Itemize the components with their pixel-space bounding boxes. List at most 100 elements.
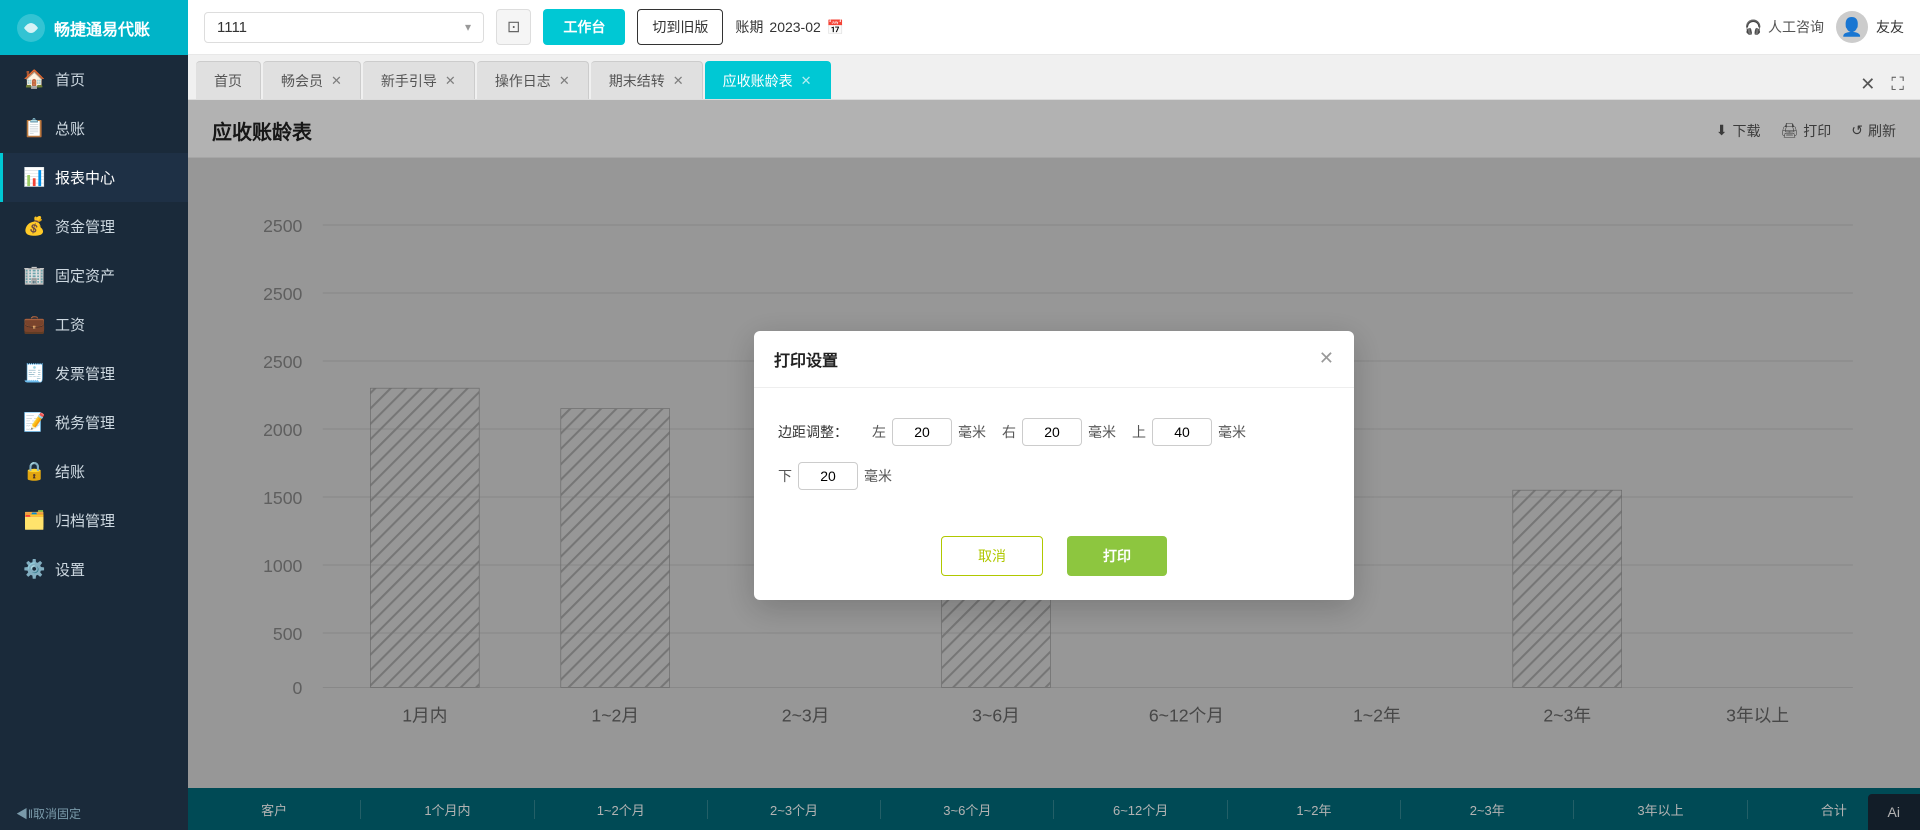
tab-receivable-age[interactable]: 应收账龄表 ✕ <box>705 61 831 99</box>
sidebar: 畅捷通易代账 🏠 首页 📋 总账 📊 报表中心 💰 资金管理 🏢 固定资产 💼 … <box>0 0 188 830</box>
cancel-button[interactable]: 取消 <box>941 536 1043 576</box>
bottom-unit: 毫米 <box>864 466 892 486</box>
company-name: 1111 <box>217 19 457 36</box>
tab-label-guide: 新手引导 <box>381 71 437 91</box>
tab-close-period-end[interactable]: ✕ <box>673 73 684 89</box>
tab-home[interactable]: 首页 <box>196 61 261 99</box>
user-menu[interactable]: 👤 友友 <box>1836 11 1904 43</box>
tab-close-guide[interactable]: ✕ <box>445 73 456 89</box>
right-unit: 毫米 <box>1088 422 1116 442</box>
sidebar-item-label-general-ledger: 总账 <box>55 118 85 139</box>
modal-overlay: 打印设置 ✕ 边距调整： 左 毫米 右 毫米 <box>188 100 1920 830</box>
sidebar-item-home[interactable]: 🏠 首页 <box>0 55 188 104</box>
sidebar-item-funds[interactable]: 💰 资金管理 <box>0 202 188 251</box>
home-icon: 🏠 <box>23 69 45 90</box>
margin-row: 边距调整： 左 毫米 右 毫米 上 <box>778 418 1330 490</box>
company-selector[interactable]: 1111 ▾ <box>204 12 484 43</box>
sidebar-item-label-home: 首页 <box>55 69 85 90</box>
tab-period-end[interactable]: 期末结转✕ <box>591 61 703 99</box>
margin-left-group: 左 毫米 <box>872 418 986 446</box>
margin-left-input[interactable] <box>892 418 952 446</box>
sidebar-item-reports[interactable]: 📊 报表中心 <box>0 153 188 202</box>
sidebar-item-label-funds: 资金管理 <box>55 216 115 237</box>
sidebar-menu: 🏠 首页 📋 总账 📊 报表中心 💰 资金管理 🏢 固定资产 💼 工资 🧾 发票… <box>0 55 188 797</box>
tab-close-oplog[interactable]: ✕ <box>559 73 570 89</box>
workbench-button[interactable]: 工作台 <box>543 9 625 45</box>
settings-icon: ⚙️ <box>23 559 45 580</box>
tab-label-home: 首页 <box>214 71 242 91</box>
close-tab-button[interactable]: ✕ <box>1856 70 1879 99</box>
left-unit: 毫米 <box>958 422 986 442</box>
sidebar-item-fixed-assets[interactable]: 🏢 固定资产 <box>0 251 188 300</box>
period-prefix: 账期 <box>735 17 763 37</box>
margin-right-input[interactable] <box>1022 418 1082 446</box>
sidebar-item-label-reports: 报表中心 <box>55 167 115 188</box>
modal-header: 打印设置 ✕ <box>754 331 1354 388</box>
margin-bottom-input[interactable] <box>798 462 858 490</box>
sidebar-item-archive[interactable]: 🗂️ 归档管理 <box>0 496 188 545</box>
tab-label-receivable-age: 应收账龄表 <box>723 71 793 91</box>
period-display: 账期 2023-02 📅 <box>735 17 844 37</box>
sidebar-pin-toggle[interactable]: ◀‖取消固定 <box>0 797 188 830</box>
margin-right-group: 右 毫米 <box>1002 418 1116 446</box>
tabs-bar: 首页畅会员✕新手引导✕操作日志✕期末结转✕应收账龄表✕ ✕ ⛶ <box>188 55 1920 100</box>
sidebar-item-label-close: 结账 <box>55 461 85 482</box>
sidebar-item-payroll[interactable]: 💼 工资 <box>0 300 188 349</box>
old-version-button[interactable]: 切到旧版 <box>637 9 723 45</box>
bottom-label: 下 <box>778 466 792 486</box>
sidebar-item-label-tax: 税务管理 <box>55 412 115 433</box>
maximize-button[interactable]: ⛶ <box>1887 70 1908 99</box>
sidebar-item-label-invoice: 发票管理 <box>55 363 115 384</box>
margin-top-input[interactable] <box>1152 418 1212 446</box>
tab-label-member: 畅会员 <box>281 71 323 91</box>
user-name: 友友 <box>1876 17 1904 37</box>
margin-bottom-group: 下 毫米 <box>778 462 892 490</box>
sidebar-item-label-settings: 设置 <box>55 559 85 580</box>
sidebar-item-close[interactable]: 🔒 结账 <box>0 447 188 496</box>
tab-close-member[interactable]: ✕ <box>331 73 342 89</box>
calendar-icon[interactable]: 📅 <box>827 19 844 36</box>
top-label: 上 <box>1132 422 1146 442</box>
chevron-down-icon: ▾ <box>465 20 471 34</box>
logo-icon <box>16 13 46 43</box>
modal-title: 打印设置 <box>774 347 838 371</box>
app-name: 畅捷通易代账 <box>54 16 150 40</box>
sidebar-item-settings[interactable]: ⚙️ 设置 <box>0 545 188 594</box>
sidebar-item-general-ledger[interactable]: 📋 总账 <box>0 104 188 153</box>
topbar: 1111 ▾ ⊡ 工作台 切到旧版 账期 2023-02 📅 🎧 人工咨询 👤 … <box>188 0 1920 55</box>
margin-top-group: 上 毫米 <box>1132 418 1246 446</box>
top-unit: 毫米 <box>1218 422 1246 442</box>
left-label: 左 <box>872 422 886 442</box>
tab-oplog[interactable]: 操作日志 ✕ <box>477 61 589 99</box>
tab-close-receivable-age[interactable]: ✕ <box>801 73 812 89</box>
copy-icon: ⊡ <box>507 19 520 36</box>
main-area: 1111 ▾ ⊡ 工作台 切到旧版 账期 2023-02 📅 🎧 人工咨询 👤 … <box>188 0 1920 830</box>
sidebar-item-invoice[interactable]: 🧾 发票管理 <box>0 349 188 398</box>
confirm-print-button[interactable]: 打印 <box>1067 536 1167 576</box>
modal-footer: 取消 打印 <box>754 520 1354 600</box>
avatar: 👤 <box>1836 11 1868 43</box>
sidebar-item-tax[interactable]: 📝 税务管理 <box>0 398 188 447</box>
headset-icon: 🎧 <box>1745 19 1762 36</box>
tab-member[interactable]: 畅会员 ✕ <box>263 61 361 99</box>
sidebar-item-label-payroll: 工资 <box>55 314 85 335</box>
reports-icon: 📊 <box>23 167 45 188</box>
period-value: 2023-02 <box>769 19 820 35</box>
copy-button[interactable]: ⊡ <box>496 9 531 45</box>
sidebar-item-label-fixed-assets: 固定资产 <box>55 265 115 286</box>
print-settings-modal: 打印设置 ✕ 边距调整： 左 毫米 右 毫米 <box>754 331 1354 600</box>
consult-button[interactable]: 🎧 人工咨询 <box>1745 17 1824 37</box>
sidebar-pin-label: ◀‖取消固定 <box>16 805 81 822</box>
general-ledger-icon: 📋 <box>23 118 45 139</box>
payroll-icon: 💼 <box>23 314 45 335</box>
app-logo: 畅捷通易代账 <box>0 0 188 55</box>
archive-icon: 🗂️ <box>23 510 45 531</box>
modal-close-button[interactable]: ✕ <box>1319 348 1334 369</box>
content-area: 应收账龄表 ⬇ 下载 🖨 打印 ↺ 刷新 <box>188 100 1920 830</box>
tab-label-oplog: 操作日志 <box>495 71 551 91</box>
invoice-icon: 🧾 <box>23 363 45 384</box>
avatar-icon: 👤 <box>1841 17 1863 38</box>
fixed-assets-icon: 🏢 <box>23 265 45 286</box>
funds-icon: 💰 <box>23 216 45 237</box>
tab-guide[interactable]: 新手引导 ✕ <box>363 61 475 99</box>
